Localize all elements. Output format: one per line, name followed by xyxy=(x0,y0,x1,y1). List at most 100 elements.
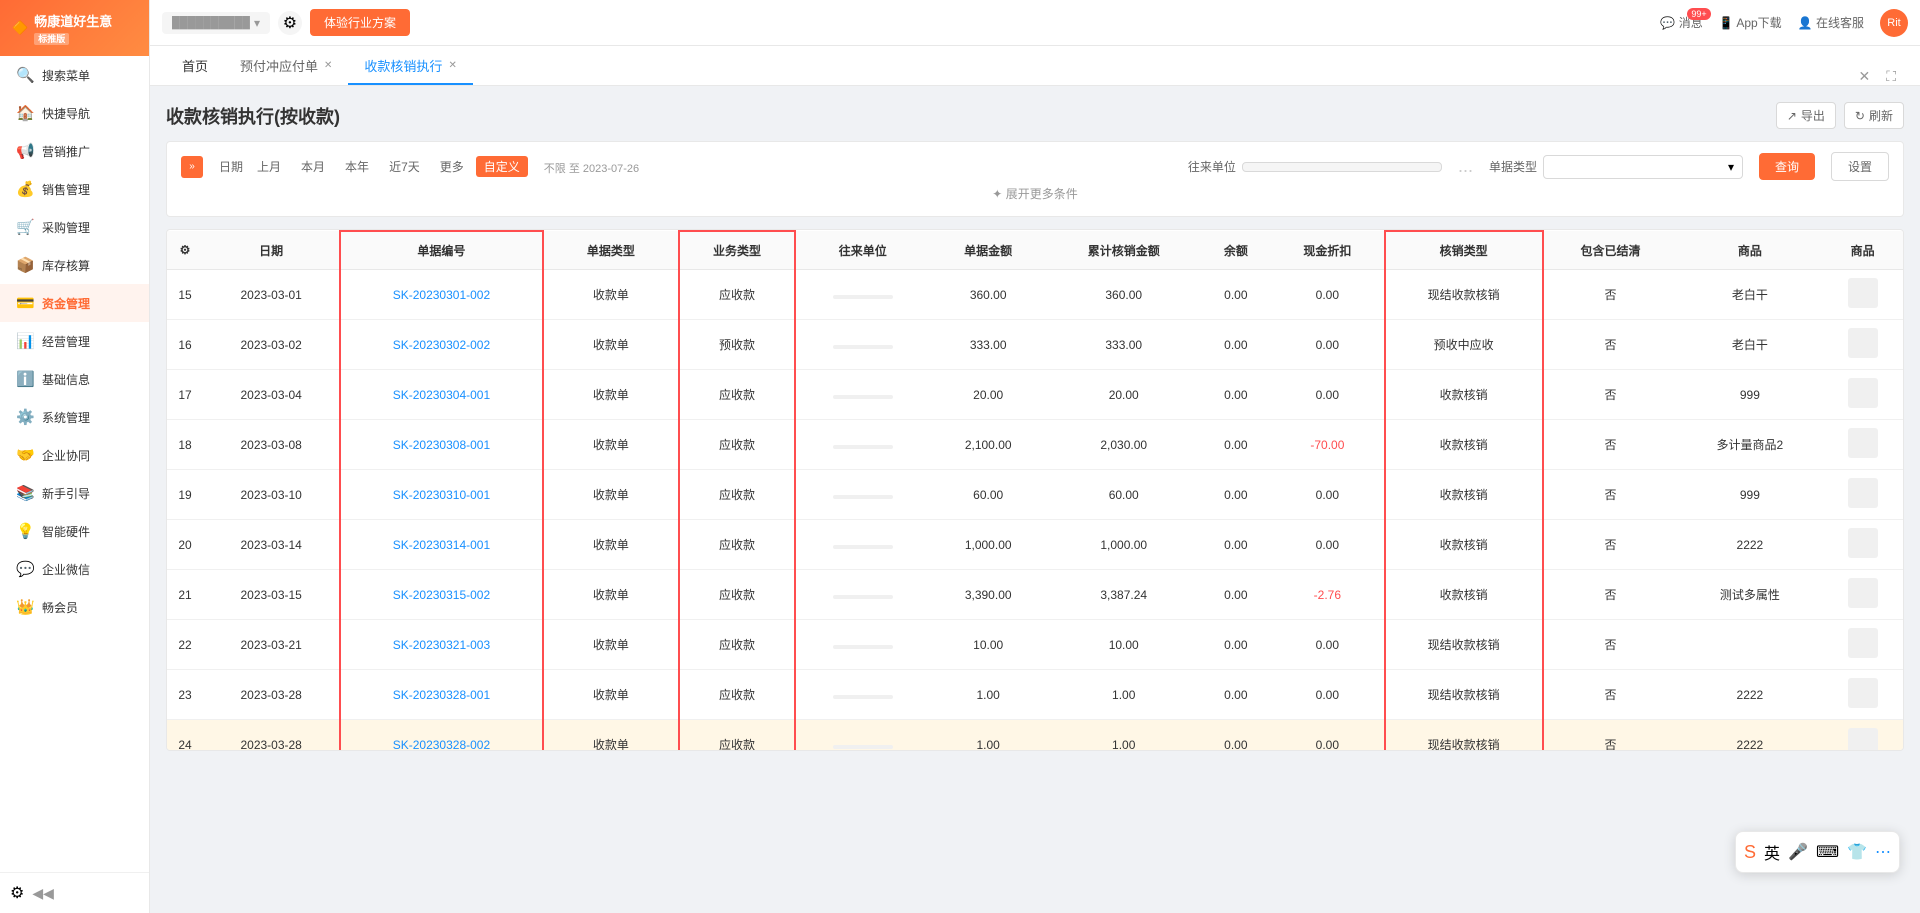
cell-goods-img xyxy=(1822,320,1903,370)
doc-no-link[interactable]: SK-20230321-003 xyxy=(393,638,490,652)
sidebar-item-基础信息[interactable]: ℹ️基础信息 xyxy=(0,360,149,398)
tab-prepayment-close[interactable]: ✕ xyxy=(324,60,332,71)
user-avatar[interactable]: Rit xyxy=(1880,9,1908,37)
partner-blurred xyxy=(833,295,893,299)
tab-prepayment[interactable]: 预付冲应付单 ✕ xyxy=(224,48,348,85)
brand-selector[interactable]: ██████████ ▾ xyxy=(162,12,270,34)
cell-partner xyxy=(795,470,930,520)
sidebar-item-搜索菜单[interactable]: 🔍搜索菜单 xyxy=(0,56,149,94)
sidebar: 🔶 畅康道好生意 标推版 🔍搜索菜单🏠快捷导航📢营销推广💰销售管理🛒采购管理📦库… xyxy=(0,0,150,913)
sidebar-item-资金管理[interactable]: 💳资金管理 xyxy=(0,284,149,322)
sidebar-icon: 🛒 xyxy=(16,218,34,236)
col-partner[interactable]: 往来单位 xyxy=(795,231,930,270)
tab-close-all[interactable]: ✕ xyxy=(1850,68,1878,85)
table-container[interactable]: ⚙ 日期 单据编号 单据类型 业务类型 往来单位 单据金额 累计核销金额 余额 … xyxy=(167,230,1903,750)
cell-date: 2023-03-08 xyxy=(203,420,340,470)
doc-no-link[interactable]: SK-20230302-002 xyxy=(393,338,490,352)
sidebar-icon: 🏠 xyxy=(16,104,34,122)
sidebar-item-采购管理[interactable]: 🛒采购管理 xyxy=(0,208,149,246)
date-more[interactable]: 更多 xyxy=(432,156,472,177)
sidebar-item-经营管理[interactable]: 📊经营管理 xyxy=(0,322,149,360)
float-tool-4[interactable]: 👕 xyxy=(1847,842,1867,862)
notification-btn[interactable]: 💬 消息 99+ xyxy=(1660,14,1702,31)
doc-no-link[interactable]: SK-20230328-001 xyxy=(393,688,490,702)
content-area: 收款核销执行(按收款) ↗ 导出 ↻ 刷新 » 日期 上月 xyxy=(150,86,1920,913)
more-filters-btn[interactable]: ... xyxy=(1458,156,1473,177)
tab-expand[interactable]: ⛶ xyxy=(1878,68,1904,85)
cell-doc-type: 收款单 xyxy=(543,420,680,470)
sidebar-item-畅会员[interactable]: 👑畅会员 xyxy=(0,588,149,626)
partner-input[interactable] xyxy=(1242,162,1442,172)
sidebar-item-新手引导[interactable]: 📚新手引导 xyxy=(0,474,149,512)
sidebar-item-系统管理[interactable]: ⚙️系统管理 xyxy=(0,398,149,436)
online-service-btn[interactable]: 👤 在线客服 xyxy=(1798,14,1864,31)
cell-balance: 0.00 xyxy=(1201,370,1271,420)
doc-no-link[interactable]: SK-20230314-001 xyxy=(393,538,490,552)
col-doc-no[interactable]: 单据编号 xyxy=(340,231,542,270)
date-custom[interactable]: 自定义 xyxy=(476,156,528,177)
cell-partner xyxy=(795,270,930,320)
float-tool-2[interactable]: 🎤 xyxy=(1788,842,1808,862)
float-tool-1[interactable]: 英 xyxy=(1764,840,1780,864)
col-amount[interactable]: 单据金额 xyxy=(930,231,1047,270)
col-doc-type[interactable]: 单据类型 xyxy=(543,231,680,270)
page-title: 收款核销执行(按收款) xyxy=(166,103,340,129)
sidebar-item-销售管理[interactable]: 💰销售管理 xyxy=(0,170,149,208)
tab-home[interactable]: 首页 xyxy=(166,48,224,85)
doc-type-select[interactable]: ▾ xyxy=(1543,155,1743,179)
col-accum-amount[interactable]: 累计核销金额 xyxy=(1047,231,1201,270)
industry-solution-btn[interactable]: 体验行业方案 xyxy=(310,9,410,36)
cell-goods: 老白干 xyxy=(1677,320,1822,370)
export-btn[interactable]: ↗ 导出 xyxy=(1776,102,1836,129)
date-last-month[interactable]: 上月 xyxy=(249,156,289,177)
tab-verify-label: 收款核销执行 xyxy=(364,56,442,75)
date-this-month[interactable]: 本月 xyxy=(293,156,333,177)
query-btn[interactable]: 查询 xyxy=(1759,153,1815,180)
main-area: ██████████ ▾ ⚙ 体验行业方案 💬 消息 99+ 📱 App下载 👤… xyxy=(150,0,1920,913)
cell-cash-discount: -70.00 xyxy=(1271,420,1385,470)
sidebar-item-企业协同[interactable]: 🤝企业协同 xyxy=(0,436,149,474)
date-options: 上月 本月 本年 近7天 更多 自定义 xyxy=(249,156,528,177)
col-biz-type[interactable]: 业务类型 xyxy=(679,231,795,270)
doc-no-link[interactable]: SK-20230301-002 xyxy=(393,288,490,302)
col-goods[interactable]: 商品 xyxy=(1677,231,1822,270)
col-cash-discount[interactable]: 现金折扣 xyxy=(1271,231,1385,270)
cell-accum-amount: 2,030.00 xyxy=(1047,420,1201,470)
col-settings[interactable]: ⚙ xyxy=(167,231,203,270)
topbar-settings-btn[interactable]: ⚙ xyxy=(278,11,302,35)
cell-no: 19 xyxy=(167,470,203,520)
sidebar-item-快捷导航[interactable]: 🏠快捷导航 xyxy=(0,94,149,132)
cell-doc-type: 收款单 xyxy=(543,370,680,420)
float-logo-icon: S xyxy=(1744,842,1756,863)
doc-no-link[interactable]: SK-20230310-001 xyxy=(393,488,490,502)
cell-amount: 3,390.00 xyxy=(930,570,1047,620)
col-balance[interactable]: 余额 xyxy=(1201,231,1271,270)
doc-no-link[interactable]: SK-20230308-001 xyxy=(393,438,490,452)
doc-no-link[interactable]: SK-20230328-002 xyxy=(393,738,490,751)
col-goods-img[interactable]: 商品 xyxy=(1822,231,1903,270)
col-include-settled[interactable]: 包含已结清 xyxy=(1543,231,1678,270)
sidebar-item-营销推广[interactable]: 📢营销推广 xyxy=(0,132,149,170)
settings-icon[interactable]: ⚙ xyxy=(10,883,24,903)
doc-no-link[interactable]: SK-20230304-001 xyxy=(393,388,490,402)
tab-verify[interactable]: 收款核销执行 ✕ xyxy=(348,48,472,85)
tab-verify-close[interactable]: ✕ xyxy=(448,60,456,71)
sidebar-item-智能硬件[interactable]: 💡智能硬件 xyxy=(0,512,149,550)
sidebar-icon: 📢 xyxy=(16,142,34,160)
filter-collapse-btn[interactable]: » xyxy=(181,156,203,178)
float-tool-5[interactable]: ⋯ xyxy=(1875,842,1891,862)
expand-conditions-btn[interactable]: ✦ 展开更多条件 xyxy=(992,187,1077,201)
date-this-year[interactable]: 本年 xyxy=(337,156,377,177)
sidebar-item-库存核算[interactable]: 📦库存核算 xyxy=(0,246,149,284)
doc-no-link[interactable]: SK-20230315-002 xyxy=(393,588,490,602)
date-7days[interactable]: 近7天 xyxy=(381,156,428,177)
cell-doc-no: SK-20230308-001 xyxy=(340,420,542,470)
filter-settings-btn[interactable]: 设置 xyxy=(1831,152,1889,181)
float-tool-3[interactable]: ⌨ xyxy=(1816,842,1839,862)
sidebar-item-企业微信[interactable]: 💬企业微信 xyxy=(0,550,149,588)
refresh-btn[interactable]: ↻ 刷新 xyxy=(1844,102,1904,129)
col-verify-type[interactable]: 核销类型 xyxy=(1385,231,1543,270)
col-date[interactable]: 日期 xyxy=(203,231,340,270)
collapse-icon[interactable]: ◀◀ xyxy=(32,885,54,902)
app-download-btn[interactable]: 📱 App下载 xyxy=(1719,14,1782,31)
